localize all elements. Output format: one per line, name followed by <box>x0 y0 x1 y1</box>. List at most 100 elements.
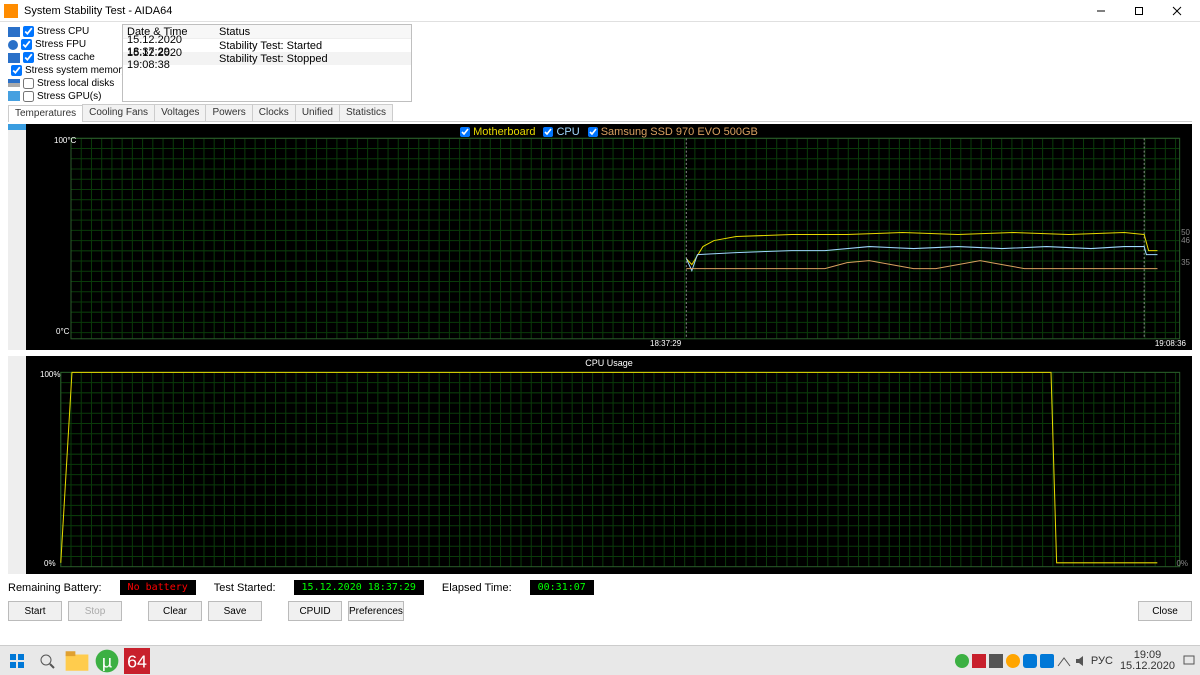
temp-r46: 46 <box>1181 236 1190 245</box>
cpu-graph-wrap: CPU Usage 100% 0% 0% <box>8 356 1192 574</box>
tab-cooling-fans[interactable]: Cooling Fans <box>82 104 155 121</box>
top-row: Stress CPU Stress FPU Stress cache Stres… <box>8 24 1192 102</box>
log-row[interactable]: 15.12.2020 19:08:38Stability Test: Stopp… <box>123 52 411 65</box>
stress-checkbox[interactable] <box>11 65 22 76</box>
tab-temperatures[interactable]: Temperatures <box>8 105 83 122</box>
tray-icon[interactable] <box>989 654 1003 668</box>
graph-tabs: TemperaturesCooling FansVoltagesPowersCl… <box>8 104 1192 122</box>
button-row: Start Stop Clear Save CPUID Preferences … <box>8 601 1192 625</box>
cpu-graph-title: CPU Usage <box>26 358 1192 368</box>
tab-clocks[interactable]: Clocks <box>252 104 296 121</box>
titlebar: System Stability Test - AIDA64 <box>0 0 1200 22</box>
tab-voltages[interactable]: Voltages <box>154 104 206 121</box>
taskbar[interactable]: µ 64 РУС 19:09 15.12.2020 <box>0 645 1200 675</box>
cpu-ymax: 100% <box>40 370 60 379</box>
stop-button[interactable]: Stop <box>68 601 122 621</box>
stress-label: Stress system memory <box>25 65 127 76</box>
started-value: 15.12.2020 18:37:29 <box>294 580 424 595</box>
log-col-status: Status <box>215 26 250 38</box>
start-menu-icon[interactable] <box>4 648 30 674</box>
tab-powers[interactable]: Powers <box>205 104 252 121</box>
clock-time: 19:09 <box>1134 650 1162 661</box>
fpu-ico <box>8 40 18 50</box>
system-tray[interactable]: РУС 19:09 15.12.2020 <box>955 650 1196 672</box>
stress-label: Stress CPU <box>37 26 89 37</box>
tray-bluetooth-icon[interactable] <box>1040 654 1054 668</box>
clear-button[interactable]: Clear <box>148 601 202 621</box>
content: Stress CPU Stress FPU Stress cache Stres… <box>0 22 1200 645</box>
log-cell-status: Stability Test: Started <box>215 40 322 52</box>
legend-motherboard: Motherboard <box>473 126 535 138</box>
cpuid-button[interactable]: CPUID <box>288 601 342 621</box>
close-button[interactable] <box>1158 1 1196 21</box>
legend-cpu: CPU <box>556 126 579 138</box>
event-log: Date & Time Status 15.12.2020 18:37:29St… <box>122 24 412 102</box>
stress-item: Stress system memory <box>8 64 116 76</box>
tab-statistics[interactable]: Statistics <box>339 104 393 121</box>
taskbar-clock[interactable]: 19:09 15.12.2020 <box>1116 650 1179 672</box>
battery-value: No battery <box>120 580 196 595</box>
minimize-button[interactable] <box>1082 1 1120 21</box>
stress-label: Stress cache <box>37 52 95 63</box>
tray-language[interactable]: РУС <box>1091 655 1113 667</box>
stress-checkbox[interactable] <box>23 91 34 102</box>
legend-ssd: Samsung SSD 970 EVO 500GB <box>601 126 758 138</box>
legend-motherboard-checkbox[interactable] <box>460 127 470 137</box>
legend-cpu-checkbox[interactable] <box>543 127 553 137</box>
stress-label: Stress FPU <box>35 39 86 50</box>
log-cell-time: 15.12.2020 19:08:38 <box>123 47 215 71</box>
window-title: System Stability Test - AIDA64 <box>24 5 1082 17</box>
temp-xend: 19:08:36 <box>1155 339 1186 348</box>
stress-options: Stress CPU Stress FPU Stress cache Stres… <box>8 24 116 102</box>
temp-ymin: 0°C <box>56 327 69 336</box>
temp-r35: 35 <box>1181 258 1190 267</box>
stress-item: Stress local disks <box>8 77 116 89</box>
tray-volume-icon[interactable] <box>1074 654 1088 668</box>
stress-label: Stress local disks <box>37 78 114 89</box>
cpu-usage-graph[interactable]: CPU Usage 100% 0% 0% <box>26 356 1192 574</box>
temperature-graph[interactable]: Motherboard CPU Samsung SSD 970 EVO 500G… <box>26 124 1192 350</box>
search-icon[interactable] <box>34 648 60 674</box>
log-cell-status: Stability Test: Stopped <box>215 53 328 65</box>
elapsed-label: Elapsed Time: <box>442 582 512 594</box>
cpu-graph-sidebar <box>8 356 26 574</box>
disk-ico <box>8 79 20 87</box>
close-app-button[interactable]: Close <box>1138 601 1192 621</box>
tray-icon[interactable] <box>972 654 986 668</box>
tray-icon[interactable] <box>955 654 969 668</box>
tray-onedrive-icon[interactable] <box>1023 654 1037 668</box>
stress-item: Stress CPU <box>8 26 116 38</box>
stress-checkbox[interactable] <box>21 39 32 50</box>
save-button[interactable]: Save <box>208 601 262 621</box>
start-button[interactable]: Start <box>8 601 62 621</box>
svg-text:µ: µ <box>102 651 112 671</box>
stress-checkbox[interactable] <box>23 26 34 37</box>
preferences-button[interactable]: Preferences <box>348 601 404 621</box>
elapsed-value: 00:31:07 <box>530 580 594 595</box>
app-icon <box>4 4 18 18</box>
legend-ssd-checkbox[interactable] <box>588 127 598 137</box>
tab-unified[interactable]: Unified <box>295 104 340 121</box>
clock-date: 15.12.2020 <box>1120 661 1175 672</box>
battery-label: Remaining Battery: <box>8 582 102 594</box>
graph-sidebar <box>8 124 26 350</box>
stress-checkbox[interactable] <box>23 52 34 63</box>
tray-notifications-icon[interactable] <box>1182 654 1196 668</box>
tray-icon[interactable] <box>1006 654 1020 668</box>
maximize-button[interactable] <box>1120 1 1158 21</box>
tray-network-icon[interactable] <box>1057 654 1071 668</box>
gpu-ico <box>8 91 20 101</box>
cache-ico <box>8 53 20 63</box>
stress-item: Stress GPU(s) <box>8 90 116 102</box>
stress-checkbox[interactable] <box>23 78 34 89</box>
taskbar-explorer-icon[interactable] <box>64 648 90 674</box>
started-label: Test Started: <box>214 582 276 594</box>
cpu-ico <box>8 27 20 37</box>
temp-ymax: 100°C <box>54 136 76 145</box>
stress-label: Stress GPU(s) <box>37 91 101 102</box>
taskbar-aida64-icon[interactable]: 64 <box>124 648 150 674</box>
svg-text:64: 64 <box>127 651 147 671</box>
temperature-legend: Motherboard CPU Samsung SSD 970 EVO 500G… <box>26 126 1192 138</box>
taskbar-utorrent-icon[interactable]: µ <box>94 648 120 674</box>
cpu-ymin: 0% <box>44 559 56 568</box>
